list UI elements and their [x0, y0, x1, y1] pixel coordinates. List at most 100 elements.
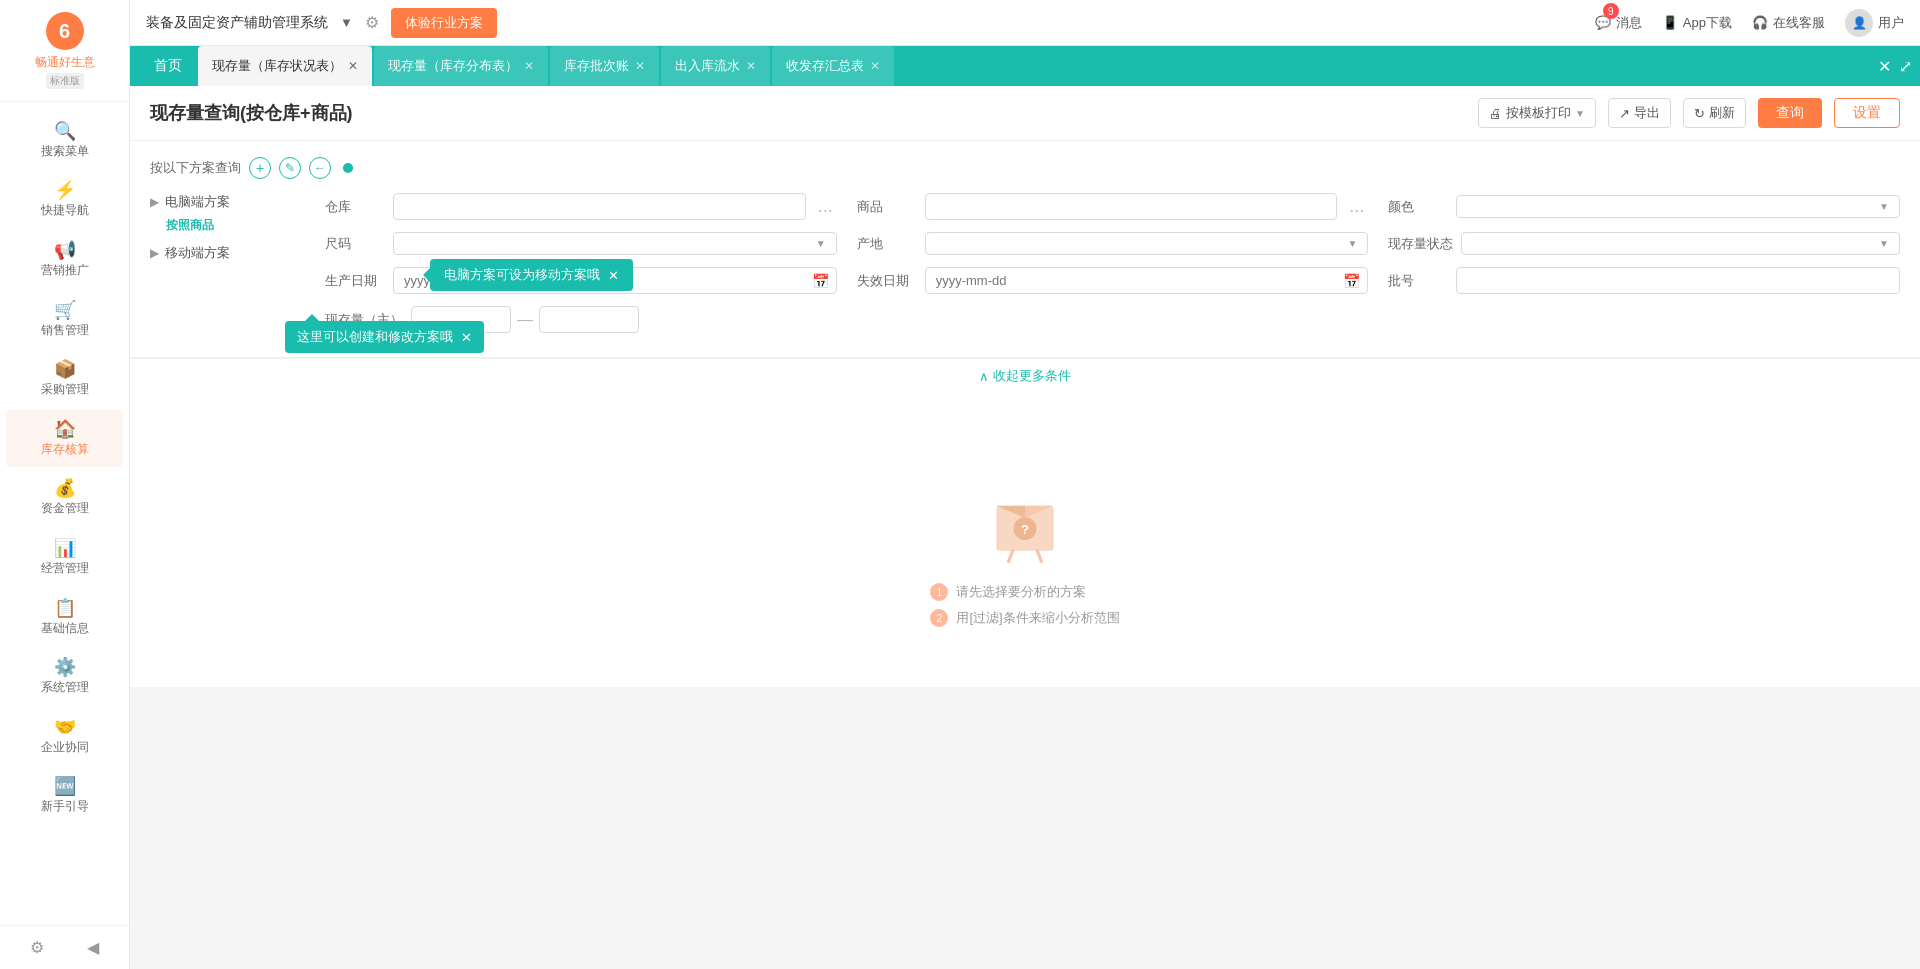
sidebar-item-marketing[interactable]: 📢 营销推广 — [6, 231, 123, 289]
svg-line-6 — [1037, 551, 1041, 562]
expire-date-calendar-icon[interactable]: 📅 — [1343, 273, 1360, 289]
tab-item-4[interactable]: 收发存汇总表 ✕ — [772, 46, 894, 86]
mobile-scheme-arrow: ▶ — [150, 246, 159, 260]
print-button[interactable]: 🖨 按模板打印 ▼ — [1478, 98, 1596, 128]
desktop-scheme-row[interactable]: ▶ 电脑端方案 — [150, 193, 305, 211]
desktop-scheme-sub-item-0[interactable]: 按照商品 — [166, 215, 305, 236]
sidebar-item-system[interactable]: ⚙️ 系统管理 — [6, 648, 123, 706]
message-action[interactable]: 💬 9 消息 — [1595, 14, 1642, 32]
guide-icon: 🆕 — [54, 777, 76, 795]
tab-close-0[interactable]: ✕ — [348, 59, 358, 73]
export-icon: ↗ — [1619, 106, 1630, 121]
scheme-tooltip-close[interactable]: ✕ — [608, 268, 619, 283]
color-select[interactable]: ▼ — [1456, 195, 1900, 218]
sidebar-item-purchase[interactable]: 📦 采购管理 — [6, 350, 123, 408]
goods-dots[interactable]: ... — [1345, 196, 1368, 217]
refresh-button[interactable]: ↻ 刷新 — [1683, 98, 1746, 128]
sidebar-item-basic[interactable]: 📋 基础信息 — [6, 589, 123, 647]
edit-scheme-button[interactable]: ✎ — [279, 157, 301, 179]
header-left: 装备及固定资产辅助管理系统 ▼ ⚙ 体验行业方案 — [146, 8, 497, 38]
sidebar-item-search[interactable]: 🔍 搜索菜单 — [6, 112, 123, 170]
industry-button[interactable]: 体验行业方案 — [391, 8, 497, 38]
tab-fullscreen-icon[interactable]: ⤢ — [1899, 57, 1912, 76]
tab-item-3[interactable]: 出入库流水 ✕ — [661, 46, 770, 86]
search-button[interactable]: 查询 — [1758, 98, 1822, 128]
sidebar-item-system-label: 系统管理 — [41, 680, 89, 696]
goods-label: 商品 — [857, 198, 917, 216]
tab-home[interactable]: 首页 — [138, 46, 198, 86]
print-label: 按模板打印 — [1506, 104, 1571, 122]
phone-icon: 📱 — [1662, 15, 1678, 30]
filter-origin: 产地 ▼ — [857, 232, 1369, 255]
sidebar-item-quick-nav[interactable]: ⚡ 快捷导航 — [6, 171, 123, 229]
mobile-scheme-row[interactable]: ▶ 移动端方案 — [150, 244, 305, 262]
settings-icon[interactable]: ⚙ — [365, 13, 379, 32]
sidebar-item-purchase-label: 采购管理 — [41, 382, 89, 398]
enterprise-icon: 🤝 — [54, 718, 76, 736]
stock-main-to-input[interactable] — [539, 306, 639, 333]
message-label: 消息 — [1616, 14, 1642, 32]
sidebar: 6 畅通好生意 标准版 🔍 搜索菜单 ⚡ 快捷导航 📢 营销推广 🛒 销售管理 … — [0, 0, 130, 969]
tab-item-0[interactable]: 现存量（库存状况表） ✕ — [198, 46, 372, 86]
sidebar-item-enterprise[interactable]: 🤝 企业协同 — [6, 708, 123, 766]
add-scheme-button[interactable]: + — [249, 157, 271, 179]
sidebar-item-inventory[interactable]: 🏠 库存核算 — [6, 410, 123, 468]
warehouse-dots[interactable]: ... — [814, 196, 837, 217]
refresh-icon: ↻ — [1694, 106, 1705, 121]
edit-tooltip: 这里可以创建和修改方案哦 ✕ — [285, 321, 484, 353]
tab-item-2[interactable]: 库存批次账 ✕ — [550, 46, 659, 86]
sidebar-item-operations[interactable]: 📊 经营管理 — [6, 529, 123, 587]
warehouse-input[interactable] — [393, 193, 806, 220]
origin-select[interactable]: ▼ — [925, 232, 1369, 255]
user-action[interactable]: 👤 用户 — [1845, 9, 1904, 37]
filter-goods: 商品 ... — [857, 193, 1369, 220]
tab-item-1[interactable]: 现存量（库存分布表） ✕ — [374, 46, 548, 86]
tooltip-connector — [343, 163, 353, 173]
stock-status-select-arrow: ▼ — [1879, 238, 1889, 249]
goods-input[interactable] — [925, 193, 1338, 220]
desktop-scheme-arrow: ▶ — [150, 195, 159, 209]
tab-close-1[interactable]: ✕ — [524, 59, 534, 73]
sidebar-item-finance[interactable]: 💰 资金管理 — [6, 469, 123, 527]
prod-date-label: 生产日期 — [325, 272, 385, 290]
collapse-icon[interactable]: ◀ — [87, 938, 99, 957]
marketing-icon: 📢 — [54, 241, 76, 259]
empty-illustration: ? — [975, 473, 1075, 563]
prod-date-calendar-icon[interactable]: 📅 — [812, 273, 829, 289]
expire-date-input[interactable] — [925, 267, 1369, 294]
size-select[interactable]: ▼ — [393, 232, 837, 255]
online-service-action[interactable]: 🎧 在线客服 — [1752, 14, 1825, 32]
export-button[interactable]: ↗ 导出 — [1608, 98, 1671, 128]
sidebar-item-sales[interactable]: 🛒 销售管理 — [6, 291, 123, 349]
user-avatar: 👤 — [1845, 9, 1873, 37]
edit-tooltip-close[interactable]: ✕ — [461, 330, 472, 345]
reset-button[interactable]: 设置 — [1834, 98, 1900, 128]
page-title: 现存量查询(按仓库+商品) — [150, 101, 353, 125]
connector-dot — [343, 163, 353, 173]
sidebar-item-search-label: 搜索菜单 — [41, 144, 89, 160]
tab-close-2[interactable]: ✕ — [635, 59, 645, 73]
page-body: 现存量查询(按仓库+商品) 🖨 按模板打印 ▼ ↗ 导出 ↻ 刷新 — [130, 86, 1920, 687]
filter-row-2: 尺码 ▼ 产地 ▼ — [325, 232, 1900, 255]
app-download-action[interactable]: 📱 App下载 — [1662, 14, 1732, 32]
filter-row-1: 仓库 ... 商品 — [325, 193, 1900, 220]
brand-badge: 标准版 — [46, 73, 84, 89]
back-icon-button[interactable]: ← — [309, 157, 331, 179]
tip-num-2: 2 — [930, 609, 948, 627]
system-selector[interactable]: ▼ — [340, 15, 353, 30]
batch-input[interactable] — [1456, 267, 1900, 294]
sidebar-item-inventory-label: 库存核算 — [41, 442, 89, 458]
filter-warehouse: 仓库 ... — [325, 193, 837, 220]
tab-close-3[interactable]: ✕ — [746, 59, 756, 73]
scheme-tooltip: 电脑方案可设为移动方案哦 ✕ — [430, 259, 633, 291]
tab-close-all-icon[interactable]: ✕ — [1878, 57, 1891, 76]
sidebar-item-guide[interactable]: 🆕 新手引导 — [6, 767, 123, 825]
collapse-bar[interactable]: ∧ 收起更多条件 — [130, 358, 1920, 393]
tab-bar: 首页 现存量（库存状况表） ✕ 现存量（库存分布表） ✕ 库存批次账 ✕ 出入库… — [130, 46, 1920, 86]
filter-expire-date: 失效日期 📅 — [857, 267, 1369, 294]
tab-label-2: 库存批次账 — [564, 57, 629, 75]
stock-status-select[interactable]: ▼ — [1461, 232, 1900, 255]
settings-bottom-icon[interactable]: ⚙ — [30, 938, 44, 957]
service-icon: 🎧 — [1752, 15, 1768, 30]
tab-close-4[interactable]: ✕ — [870, 59, 880, 73]
